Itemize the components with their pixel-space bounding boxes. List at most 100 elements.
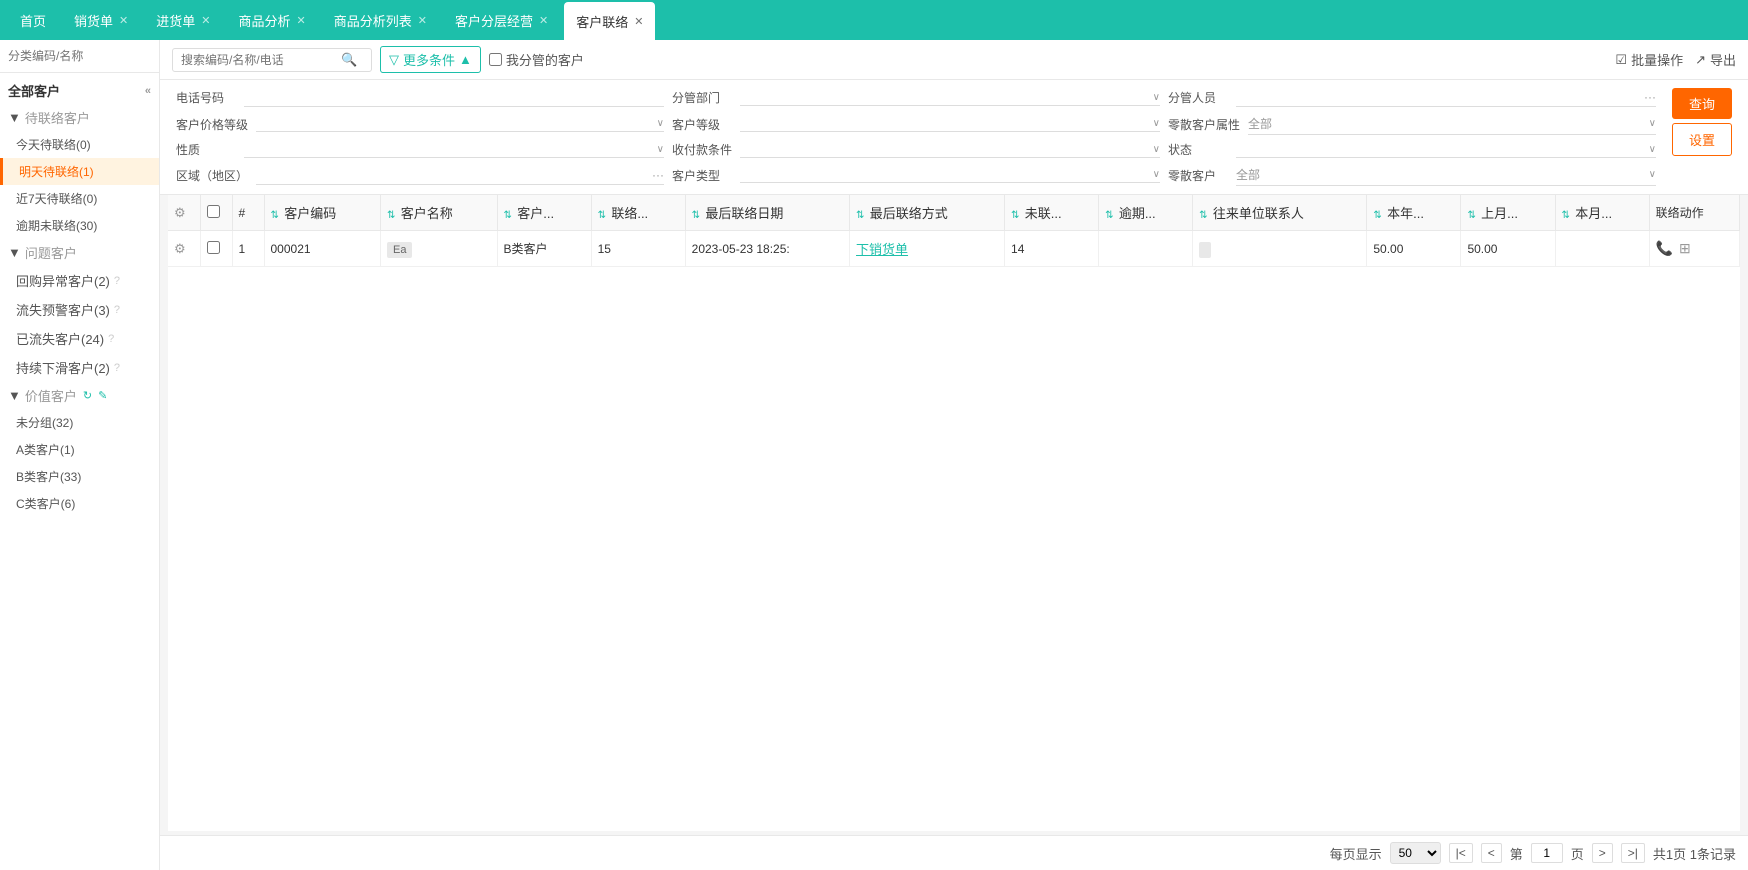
filter-manager-select[interactable]: ··· bbox=[1236, 88, 1656, 107]
search-input[interactable] bbox=[181, 53, 341, 67]
first-page-btn[interactable]: |< bbox=[1449, 843, 1473, 863]
next-page-btn[interactable]: > bbox=[1592, 843, 1613, 863]
filter-price-grade-select[interactable]: ∨ bbox=[256, 116, 664, 132]
per-page-select[interactable]: 50 10 20 100 bbox=[1390, 842, 1441, 864]
my-customers-checkbox[interactable] bbox=[489, 53, 502, 66]
filter-chevron-icon: ▲ bbox=[459, 52, 472, 67]
dept-chevron-icon: ∨ bbox=[1153, 92, 1160, 103]
close-purchase-icon[interactable]: ✕ bbox=[201, 14, 210, 27]
filter-customer-type-select[interactable]: ∨ bbox=[740, 167, 1160, 183]
sort-code-icon: ⇅ bbox=[271, 210, 279, 221]
contact-person-tag bbox=[1199, 242, 1211, 258]
sidebar-item-abnormal[interactable]: 回购异常客户(2) ? bbox=[0, 266, 159, 295]
customer-table: ⚙ # ⇅ 客户编码 ⇅ 客户名称 bbox=[168, 195, 1740, 267]
sidebar-item-week[interactable]: 近7天待联络(0) bbox=[0, 185, 159, 212]
filter-retail: 零散客户 全部 ∨ bbox=[1168, 164, 1656, 186]
collapse-icon[interactable]: « bbox=[145, 85, 151, 97]
filter-nature-select[interactable]: ∨ bbox=[244, 142, 664, 158]
settings-btn[interactable]: 设置 bbox=[1672, 123, 1732, 156]
row-gear-icon[interactable]: ⚙ bbox=[174, 241, 186, 256]
close-product-analysis-icon[interactable]: ✕ bbox=[297, 14, 306, 27]
sidebar-item-tomorrow[interactable]: 明天待联络(1) bbox=[0, 158, 159, 185]
sort-name-icon: ⇅ bbox=[387, 210, 395, 221]
sidebar-item-lost[interactable]: 已流失客户(24) ? bbox=[0, 324, 159, 353]
per-page-label: 每页显示 bbox=[1330, 844, 1382, 863]
status-chevron-icon: ∨ bbox=[1649, 144, 1656, 155]
th-checkbox bbox=[200, 195, 232, 231]
nav-purchase[interactable]: 进货单 ✕ bbox=[144, 0, 222, 40]
last-method-link[interactable]: 下销货单 bbox=[856, 242, 908, 257]
sidebar-item-today[interactable]: 今天待联络(0) bbox=[0, 131, 159, 158]
batch-ops-btn[interactable]: ☑ 批量操作 bbox=[1615, 50, 1683, 69]
filter-row-4: 区域（地区） ··· 客户类型 ∨ bbox=[176, 164, 1656, 186]
last-page-btn[interactable]: >| bbox=[1621, 843, 1645, 863]
filter-phone-input[interactable] bbox=[244, 88, 664, 107]
sort-type-icon: ⇅ bbox=[504, 210, 512, 221]
sidebar-search-wrap: 🔍 bbox=[0, 40, 159, 73]
filter-phone: 电话号码 bbox=[176, 88, 664, 107]
content-area: 🔍 ▽ 更多条件 ▲ 我分管的客户 ☑ 批量操作 ↗ 导出 bbox=[160, 40, 1748, 870]
phone-action-icon[interactable]: 📞 bbox=[1656, 240, 1673, 257]
th-name: ⇅ 客户名称 bbox=[381, 195, 498, 231]
th-last-month: ⇅ 上月... bbox=[1461, 195, 1555, 231]
prev-page-btn[interactable]: < bbox=[1481, 843, 1502, 863]
nav-product-analysis-list[interactable]: 商品分析列表 ✕ bbox=[322, 0, 439, 40]
filter-dept-select[interactable]: ∨ bbox=[740, 90, 1160, 106]
filter-row-3: 性质 ∨ 收付款条件 ∨ bbox=[176, 141, 1656, 158]
grid-action-icon[interactable]: ⊞ bbox=[1679, 240, 1691, 257]
help-icon-2[interactable]: ? bbox=[108, 333, 114, 345]
nav-sales[interactable]: 销货单 ✕ bbox=[62, 0, 140, 40]
nav-customer-tier[interactable]: 客户分层经营 ✕ bbox=[443, 0, 560, 40]
payment-chevron-icon: ∨ bbox=[1153, 144, 1160, 155]
close-customer-tier-icon[interactable]: ✕ bbox=[539, 14, 548, 27]
nav-product-analysis[interactable]: 商品分析 ✕ bbox=[226, 0, 317, 40]
filter-retail-attr-select[interactable]: 全部 ∨ bbox=[1248, 113, 1656, 135]
nav-home[interactable]: 首页 bbox=[8, 0, 58, 40]
filter-nature: 性质 ∨ bbox=[176, 141, 664, 158]
select-all-checkbox[interactable] bbox=[207, 205, 220, 218]
sidebar-item-c[interactable]: C类客户(6) bbox=[0, 490, 159, 517]
gear-header-icon[interactable]: ⚙ bbox=[174, 205, 186, 220]
close-customer-contact-icon[interactable]: ✕ bbox=[634, 15, 643, 28]
sidebar-item-declining[interactable]: 持续下滑客户(2) ? bbox=[0, 353, 159, 382]
td-overdue bbox=[1099, 231, 1193, 267]
filter-payment: 收付款条件 ∨ bbox=[672, 141, 1160, 158]
help-icon-3[interactable]: ? bbox=[114, 362, 120, 374]
td-name: Ea bbox=[381, 231, 498, 267]
filter-customer-grade-select[interactable]: ∨ bbox=[740, 116, 1160, 132]
filter-region-select[interactable]: ··· bbox=[256, 166, 664, 185]
close-sales-icon[interactable]: ✕ bbox=[119, 14, 128, 27]
toolbar-right: ☑ 批量操作 ↗ 导出 bbox=[1615, 50, 1736, 69]
filter-status-select[interactable]: ∨ bbox=[1236, 142, 1656, 158]
sidebar-item-b[interactable]: B类客户(33) bbox=[0, 463, 159, 490]
query-btn[interactable]: 查询 bbox=[1672, 88, 1732, 119]
th-contact-person: ⇅ 往来单位联系人 bbox=[1193, 195, 1367, 231]
filter-panel: 电话号码 分管部门 ∨ 分管人员 bbox=[160, 80, 1748, 195]
close-product-analysis-list-icon[interactable]: ✕ bbox=[418, 14, 427, 27]
row-checkbox[interactable] bbox=[207, 241, 220, 254]
th-last-date: ⇅ 最后联络日期 bbox=[685, 195, 849, 231]
filter-btn[interactable]: ▽ 更多条件 ▲ bbox=[380, 46, 481, 73]
sidebar-search-input[interactable] bbox=[8, 49, 160, 63]
sidebar-item-ungrouped[interactable]: 未分组(32) bbox=[0, 409, 159, 436]
help-icon-0[interactable]: ? bbox=[114, 275, 120, 287]
sidebar-item-a[interactable]: A类客户(1) bbox=[0, 436, 159, 463]
sidebar-item-warning[interactable]: 流失预警客户(3) ? bbox=[0, 295, 159, 324]
nav-customer-contact[interactable]: 客户联络 ✕ bbox=[564, 2, 655, 40]
filter-manager: 分管人员 ··· bbox=[1168, 88, 1656, 107]
customer-name-tag: Ea bbox=[387, 242, 412, 258]
filter-payment-select[interactable]: ∨ bbox=[740, 142, 1160, 158]
page-input[interactable] bbox=[1531, 843, 1563, 863]
my-customers-checkbox-wrap: 我分管的客户 bbox=[489, 50, 584, 69]
filter-retail-select[interactable]: 全部 ∨ bbox=[1236, 164, 1656, 186]
export-btn[interactable]: ↗ 导出 bbox=[1695, 50, 1736, 69]
edit-value-icon[interactable]: ✎ bbox=[98, 389, 107, 402]
problem-group-label: ▼ 问题客户 bbox=[0, 239, 159, 266]
help-icon-1[interactable]: ? bbox=[114, 304, 120, 316]
refresh-value-icon[interactable]: ↻ bbox=[83, 389, 92, 402]
th-index: # bbox=[232, 195, 264, 231]
td-contacts: 15 bbox=[591, 231, 685, 267]
th-this-year: ⇅ 本年... bbox=[1367, 195, 1461, 231]
sidebar-item-overdue[interactable]: 逾期未联络(30) bbox=[0, 212, 159, 239]
search-btn[interactable]: 🔍 bbox=[341, 52, 357, 68]
